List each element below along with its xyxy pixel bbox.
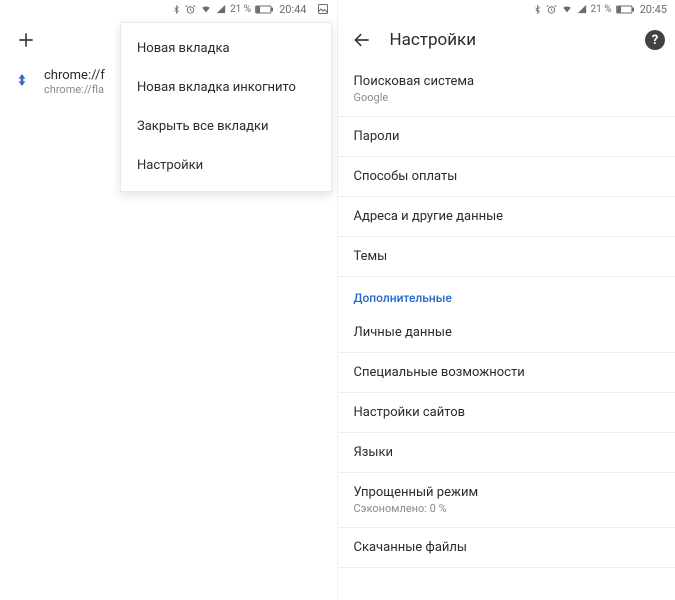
new-tab-button[interactable] xyxy=(8,22,44,58)
left-pane: 21 % 20:44 chrome://f chrome://fla Новая… xyxy=(0,0,338,600)
page-title: Настройки xyxy=(390,30,632,50)
picture-icon xyxy=(317,3,329,15)
setting-languages[interactable]: Языки xyxy=(338,433,675,473)
wifi-icon xyxy=(561,4,573,14)
setting-label: Темы xyxy=(354,249,660,264)
setting-passwords[interactable]: Пароли xyxy=(338,117,675,157)
tab-url: chrome://fla xyxy=(44,83,105,96)
tab-text: chrome://f chrome://fla xyxy=(44,68,105,96)
clock: 20:45 xyxy=(640,3,667,16)
help-icon: ? xyxy=(652,33,658,48)
setting-payment-methods[interactable]: Способы оплаты xyxy=(338,157,675,197)
setting-label: Скачанные файлы xyxy=(354,540,660,555)
setting-lite-mode[interactable]: Упрощенный режим Сэкономлено: 0 % xyxy=(338,473,675,528)
menu-item-new-incognito-tab[interactable]: Новая вкладка инкогнито xyxy=(121,68,331,107)
setting-site-settings[interactable]: Настройки сайтов xyxy=(338,393,675,433)
battery-icon xyxy=(255,5,273,14)
bluetooth-icon xyxy=(172,4,181,15)
tab-title: chrome://f xyxy=(44,68,105,83)
settings-toolbar: Настройки ? xyxy=(338,18,675,62)
setting-label: Поисковая система xyxy=(354,74,660,89)
section-advanced: Дополнительные xyxy=(338,277,675,313)
setting-themes[interactable]: Темы xyxy=(338,237,675,277)
setting-label: Способы оплаты xyxy=(354,169,660,184)
signal-icon xyxy=(577,4,587,14)
setting-label: Настройки сайтов xyxy=(354,405,660,420)
setting-label: Специальные возможности xyxy=(354,365,660,380)
bluetooth-icon xyxy=(533,4,542,15)
setting-accessibility[interactable]: Специальные возможности xyxy=(338,353,675,393)
status-bar: 21 % 20:45 xyxy=(338,0,675,18)
menu-item-close-all-tabs[interactable]: Закрыть все вкладки xyxy=(121,107,331,146)
alarm-icon xyxy=(546,4,557,15)
setting-label: Личные данные xyxy=(354,325,660,340)
clock: 20:44 xyxy=(279,3,306,16)
setting-downloads[interactable]: Скачанные файлы xyxy=(338,528,675,568)
setting-label: Языки xyxy=(354,445,660,460)
wifi-icon xyxy=(200,4,212,14)
alarm-icon xyxy=(185,4,196,15)
setting-sub: Google xyxy=(354,91,660,104)
menu-item-new-tab[interactable]: Новая вкладка xyxy=(121,29,331,68)
setting-sub: Сэкономлено: 0 % xyxy=(354,502,660,515)
help-button[interactable]: ? xyxy=(645,30,665,50)
tab-favicon-icon xyxy=(12,70,32,90)
setting-label: Адреса и другие данные xyxy=(354,209,660,224)
settings-list: Поисковая система Google Пароли Способы … xyxy=(338,62,675,568)
menu-item-settings[interactable]: Настройки xyxy=(121,146,331,185)
setting-privacy[interactable]: Личные данные xyxy=(338,313,675,353)
right-pane: 21 % 20:45 Настройки ? Поисковая система… xyxy=(338,0,675,600)
status-bar: 21 % 20:44 xyxy=(0,0,337,18)
back-button[interactable] xyxy=(348,26,376,54)
battery-percent: 21 % xyxy=(591,4,612,15)
overflow-menu: Новая вкладка Новая вкладка инкогнито За… xyxy=(120,22,332,192)
setting-search-engine[interactable]: Поисковая система Google xyxy=(338,62,675,117)
setting-label: Пароли xyxy=(354,129,660,144)
battery-icon xyxy=(616,5,634,14)
setting-addresses[interactable]: Адреса и другие данные xyxy=(338,197,675,237)
signal-icon xyxy=(216,4,226,14)
setting-label: Упрощенный режим xyxy=(354,485,660,500)
battery-percent: 21 % xyxy=(230,4,251,15)
